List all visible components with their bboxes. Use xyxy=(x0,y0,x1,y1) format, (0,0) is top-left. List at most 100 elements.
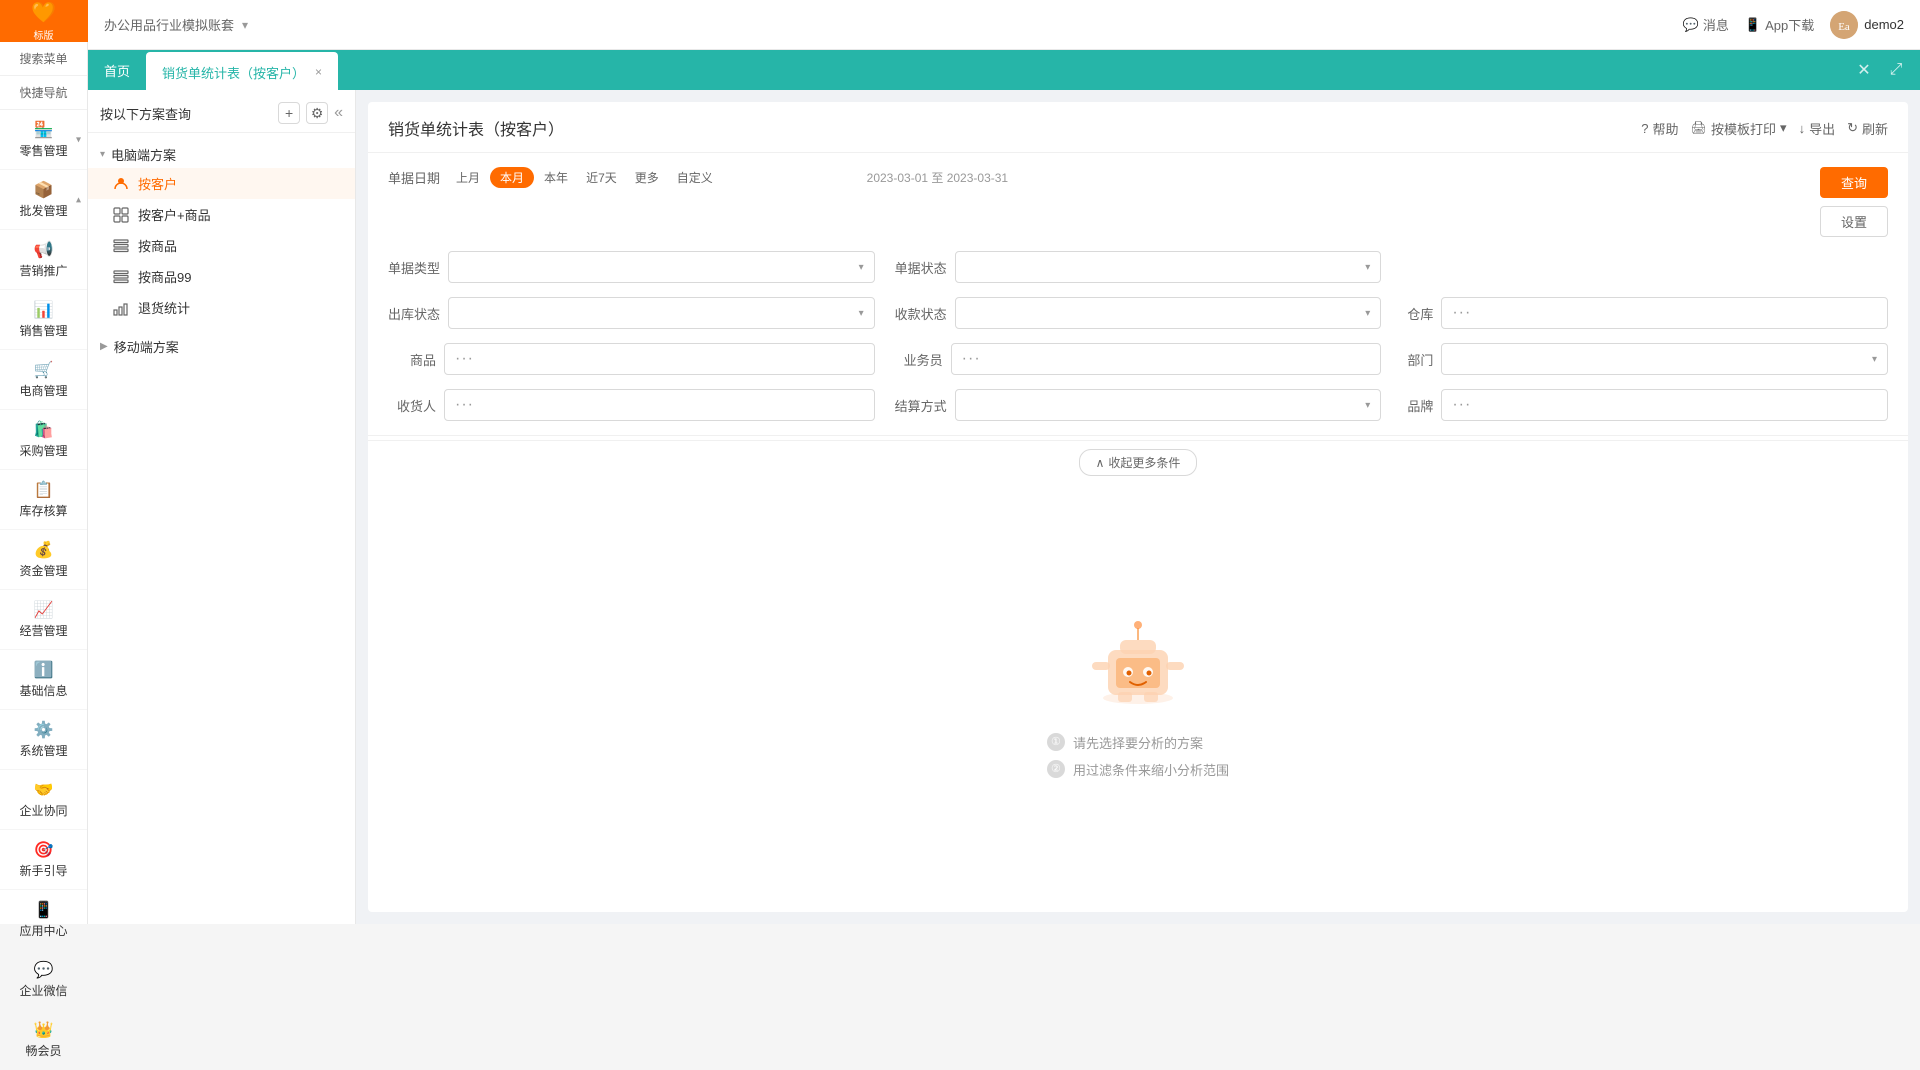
mobile-group-name: 移动端方案 xyxy=(114,337,179,356)
query-button[interactable]: 查询 xyxy=(1820,167,1888,198)
collapse-label: 收起更多条件 xyxy=(1108,454,1180,471)
consignee-select[interactable]: ··· xyxy=(444,389,875,421)
sidebar-item-system[interactable]: ⚙️ 系统管理 xyxy=(0,710,87,770)
consignee-dots: ··· xyxy=(455,396,474,414)
sidebar-item-newbie[interactable]: 🎯 新手引导 xyxy=(0,830,87,890)
scheme-item-by-customer[interactable]: 按客户 xyxy=(88,168,355,199)
system-label: 系统管理 xyxy=(0,742,87,759)
template-print-label: 按模板打印 xyxy=(1711,119,1776,138)
salesperson-select[interactable]: ··· xyxy=(951,343,1382,375)
brand-select[interactable]: ··· xyxy=(1441,389,1888,421)
quicknav-label[interactable]: 快捷导航 xyxy=(0,76,87,109)
sidebar-item-finance[interactable]: 💰 资金管理 xyxy=(0,530,87,590)
header-dropdown-icon[interactable]: ▾ xyxy=(242,18,248,32)
scheme-item-by-goods[interactable]: 按商品 xyxy=(88,230,355,261)
filter-row-1: 单据日期 上月 本月 本年 近7天 更多 自定义 2023-03-0 xyxy=(388,167,1888,237)
out-status-select[interactable]: ▾ xyxy=(448,297,875,329)
salesperson-dots: ··· xyxy=(962,350,981,368)
department-select[interactable]: ▾ xyxy=(1441,343,1888,375)
sidebar-item-corp[interactable]: 🤝 企业协同 xyxy=(0,770,87,830)
collapse-more-button[interactable]: ∧ 收起更多条件 xyxy=(1079,449,1198,476)
warehouse-dots: ··· xyxy=(1452,304,1471,322)
tab-sales-stat[interactable]: 销货单统计表（按客户） × xyxy=(146,52,338,92)
filter-date-range-cell: 2023-03-01 至 2023-03-31 xyxy=(867,167,1326,188)
svg-text:Ea: Ea xyxy=(1838,21,1850,33)
export-button[interactable]: ↓ 导出 xyxy=(1799,119,1836,138)
sidebar-item-basic[interactable]: ℹ️ 基础信息 xyxy=(0,650,87,710)
sales-icon: 📊 xyxy=(0,300,87,320)
collapse-arrow-icon: ∧ xyxy=(1096,456,1105,470)
top-header-right: 💬 消息 📱 App下载 Ea demo2 xyxy=(1683,11,1904,39)
sidebar-item-operation[interactable]: 📈 经营管理 xyxy=(0,590,87,650)
settings-button[interactable]: 设置 xyxy=(1820,206,1888,237)
scheme-item-return-stat[interactable]: 退货统计 xyxy=(88,292,355,323)
right-content: 销货单统计表（按客户） ? 帮助 🖨 按模板打印 ▾ ↓ 导出 xyxy=(368,102,1908,912)
goods-select[interactable]: ··· xyxy=(444,343,875,375)
date-btn-this-year[interactable]: 本年 xyxy=(536,167,576,188)
appstore-label: 应用中心 xyxy=(0,922,87,939)
collapse-bar: ∧ 收起更多条件 xyxy=(368,440,1908,484)
app-download-button[interactable]: 📱 App下载 xyxy=(1745,15,1814,34)
date-btn-this-month[interactable]: 本月 xyxy=(490,167,534,188)
date-btn-last7[interactable]: 近7天 xyxy=(578,167,625,188)
user-menu[interactable]: Ea demo2 xyxy=(1830,11,1904,39)
scheme-item-by-customer-goods[interactable]: 按客户+商品 xyxy=(88,199,355,230)
sidebar-item-retail[interactable]: 🏪 零售管理 ▾ xyxy=(0,110,87,170)
main-wrapper: 办公用品行业模拟账套 ▾ 💬 消息 📱 App下载 Ea demo2 xyxy=(88,0,1920,924)
sidebar-item-wholesale[interactable]: 📦 批发管理 ▴ xyxy=(0,170,87,230)
sidebar-quicknav[interactable]: 快捷导航 xyxy=(0,76,87,110)
scheme-item-by-goods-99[interactable]: 按商品99 xyxy=(88,261,355,292)
filter-settlement: 结算方式 ▾ xyxy=(895,389,1382,421)
tab-close-all-button[interactable]: ✕ xyxy=(1852,58,1876,82)
scheme-group-desktop-toggle[interactable]: ▾ 电脑端方案 xyxy=(88,141,355,168)
order-status-label: 单据状态 xyxy=(895,258,955,277)
retail-label: 零售管理 xyxy=(0,142,87,159)
tab-home-label: 首页 xyxy=(104,61,130,80)
help-button[interactable]: ? 帮助 xyxy=(1641,119,1678,138)
scheme-panel-actions: + ⚙ « xyxy=(278,102,343,124)
tab-close-icon[interactable]: × xyxy=(315,65,322,79)
sidebar-search[interactable]: 搜索菜单 xyxy=(0,42,87,76)
action-buttons: 查询 设置 xyxy=(1820,167,1888,237)
top-header: 办公用品行业模拟账套 ▾ 💬 消息 📱 App下载 Ea demo2 xyxy=(88,0,1920,50)
mobile-group-arrow: ▶ xyxy=(100,341,108,352)
sidebar-item-inventory[interactable]: 📋 库存核算 xyxy=(0,470,87,530)
warehouse-select[interactable]: ··· xyxy=(1441,297,1888,329)
sidebar-item-appstore[interactable]: 📱 应用中心 xyxy=(0,890,87,950)
app-label: App下载 xyxy=(1765,15,1814,34)
return-stat-icon xyxy=(112,299,130,317)
date-btn-custom[interactable]: 自定义 xyxy=(669,167,721,188)
date-options: 上月 本月 本年 近7天 更多 自定义 xyxy=(448,167,721,188)
salesperson-label: 业务员 xyxy=(895,350,951,369)
tip-num-2: ② xyxy=(1047,760,1065,778)
sidebar-item-purchase[interactable]: 🛍️ 采购管理 xyxy=(0,410,87,470)
sidebar-item-sales[interactable]: 📊 销售管理 xyxy=(0,290,87,350)
print-icon: 🖨 xyxy=(1691,120,1708,136)
msg-button[interactable]: 💬 消息 xyxy=(1683,15,1729,34)
purchase-icon: 🛍️ xyxy=(0,420,87,440)
order-type-select[interactable]: ▾ xyxy=(448,251,875,283)
scheme-add-button[interactable]: + xyxy=(278,102,300,124)
scheme-setting-button[interactable]: ⚙ xyxy=(306,102,328,124)
tab-bar-controls: ✕ ⤢ xyxy=(1852,58,1920,82)
search-menu-label[interactable]: 搜索菜单 xyxy=(19,52,67,66)
settlement-arrow: ▾ xyxy=(1365,400,1370,411)
scheme-panel-collapse-button[interactable]: « xyxy=(334,104,343,122)
settlement-select[interactable]: ▾ xyxy=(955,389,1382,421)
refresh-button[interactable]: ↻ 刷新 xyxy=(1847,119,1888,138)
sidebar-item-wechat[interactable]: 💬 企业微信 xyxy=(0,950,87,1010)
appstore-icon: 📱 xyxy=(0,900,87,920)
date-btn-last-month[interactable]: 上月 xyxy=(448,167,488,188)
order-status-select[interactable]: ▾ xyxy=(955,251,1382,283)
sidebar-item-member[interactable]: 👑 畅会员 xyxy=(0,1010,87,1070)
operation-label: 经营管理 xyxy=(0,622,87,639)
tab-expand-button[interactable]: ⤢ xyxy=(1884,58,1908,82)
tab-home[interactable]: 首页 xyxy=(88,50,146,90)
by-goods-label: 按商品 xyxy=(138,236,177,255)
sidebar-item-ecommerce[interactable]: 🛒 电商管理 xyxy=(0,350,87,410)
scheme-group-mobile[interactable]: ▶ 移动端方案 xyxy=(88,331,355,362)
date-btn-more[interactable]: 更多 xyxy=(627,167,667,188)
receipt-status-select[interactable]: ▾ xyxy=(955,297,1382,329)
template-print-button[interactable]: 🖨 按模板打印 ▾ xyxy=(1691,119,1787,138)
sidebar-item-marketing[interactable]: 📢 营销推广 xyxy=(0,230,87,290)
